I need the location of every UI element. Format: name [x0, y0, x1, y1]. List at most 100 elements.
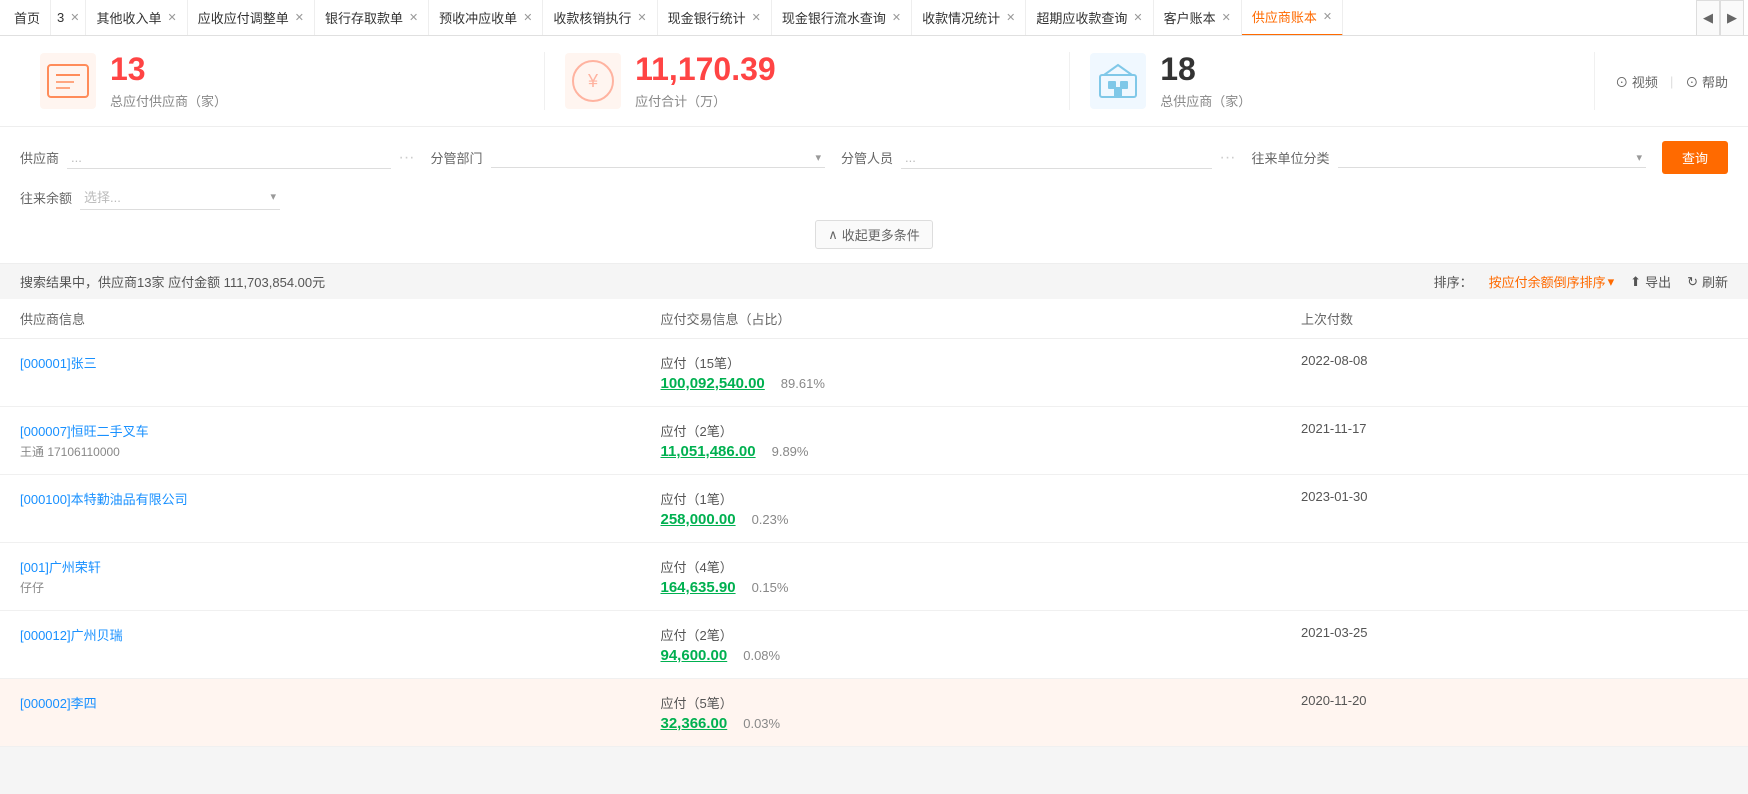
top-nav: 首页 3 ✕ 其他收入单 ✕ 应收应付调整单 ✕ 银行存取款单 ✕ 预收冲应收单… — [0, 0, 1748, 36]
filter-row-2: 往来余额 选择... ▾ — [20, 184, 1728, 210]
tx-label: 应付（5笔） — [661, 693, 1302, 712]
nav-tab-3-close[interactable]: ✕ — [70, 11, 79, 24]
nav-tab-cash-flow[interactable]: 现金银行流水查询 ✕ — [772, 0, 912, 36]
category-select[interactable]: ▾ — [1338, 148, 1646, 168]
supplier-input[interactable] — [67, 147, 391, 169]
supplier-info-cell: [001]广州荣轩 仔仔 — [20, 557, 661, 596]
nav-tab-customer-book-close[interactable]: ✕ — [1222, 11, 1231, 24]
summary-number-total-suppliers: 18 — [1160, 52, 1251, 87]
nav-tab-bank-deposit-close[interactable]: ✕ — [409, 11, 418, 24]
table-body: [000001]张三 应付（15笔） 100,092,540.00 89.61%… — [0, 339, 1748, 747]
last-pay-date: 2023-01-30 — [1301, 489, 1368, 504]
nav-tab-receipt-stat[interactable]: 收款情况统计 ✕ — [912, 0, 1026, 36]
transaction-cell: 应付（2笔） 94,600.00 0.08% — [661, 625, 1302, 664]
lastpay-cell: 2022-08-08 — [1301, 353, 1728, 368]
balance-select-text: 选择... — [84, 187, 270, 206]
nav-tab-receipt-stat-close[interactable]: ✕ — [1006, 11, 1015, 24]
table-header: 供应商信息 应付交易信息（占比） 上次付数 — [0, 299, 1748, 339]
nav-tab-ar-ap-adjust[interactable]: 应收应付调整单 ✕ — [188, 0, 315, 36]
table-row: [000100]本特勤油品有限公司 应付（1笔） 258,000.00 0.23… — [0, 475, 1748, 543]
nav-tab-receipt-verify-close[interactable]: ✕ — [637, 11, 646, 24]
nav-tab-customer-book[interactable]: 客户账本 ✕ — [1154, 0, 1242, 36]
supplier-name-link[interactable]: [000012]广州贝瑞 — [20, 628, 123, 643]
person-input[interactable] — [901, 147, 1212, 169]
nav-next-arrow[interactable]: ▶ — [1720, 0, 1744, 36]
last-pay-date: 2021-03-25 — [1301, 625, 1368, 640]
nav-tab-overdue-ar[interactable]: 超期应收款查询 ✕ — [1026, 0, 1153, 36]
transaction-cell: 应付（4笔） 164,635.90 0.15% — [661, 557, 1302, 596]
sort-select[interactable]: 按应付余额倒序排序 ▾ — [1489, 272, 1615, 291]
nav-tab-cash-flow-close[interactable]: ✕ — [892, 11, 901, 24]
balance-select[interactable]: 选择... ▾ — [80, 184, 280, 210]
nav-tab-other-income-close[interactable]: ✕ — [167, 11, 176, 24]
filter-label-balance: 往来余额 — [20, 188, 72, 207]
collapse-button-label: 收起更多条件 — [842, 225, 920, 244]
export-button[interactable]: ⬆ 导出 — [1630, 272, 1671, 291]
person-dots-icon[interactable]: ··· — [1220, 149, 1236, 167]
dept-select[interactable]: ▾ — [491, 148, 825, 168]
refresh-button[interactable]: ↻ 刷新 — [1687, 272, 1728, 291]
filter-item-category: 往来单位分类 ▾ — [1252, 148, 1647, 168]
supplier-name-link[interactable]: [001]广州荣轩 — [20, 560, 101, 575]
top-right-links: ⊙ 视频 | ⊙ 帮助 — [1595, 72, 1728, 91]
supplier-name-link[interactable]: [000002]李四 — [20, 696, 97, 711]
transaction-cell: 应付（5笔） 32,366.00 0.03% — [661, 693, 1302, 732]
video-link[interactable]: ⊙ 视频 — [1615, 72, 1658, 91]
tx-amount-link[interactable]: 164,635.90 — [661, 579, 736, 596]
nav-tab-prepay-offset-label: 预收冲应收单 — [439, 8, 517, 27]
refresh-button-label: 刷新 — [1702, 272, 1728, 291]
nav-tab-prepay-offset[interactable]: 预收冲应收单 ✕ — [429, 0, 543, 36]
summary-card-suppliers-payable: 13 总应付供应商（家） — [20, 52, 545, 110]
supplier-name-link[interactable]: [000007]恒旺二手叉车 — [20, 424, 149, 439]
supplier-name-link[interactable]: [000100]本特勤油品有限公司 — [20, 492, 188, 507]
filter-label-category: 往来单位分类 — [1252, 148, 1330, 167]
nav-tab-ar-ap-adjust-close[interactable]: ✕ — [295, 11, 304, 24]
help-link[interactable]: ⊙ 帮助 — [1685, 72, 1728, 91]
filter-row-1: 供应商 ··· 分管部门 ▾ 分管人员 ··· 往来单位分类 ▾ 查询 — [20, 141, 1728, 174]
lastpay-cell: 2020-11-20 — [1301, 693, 1728, 708]
nav-tab-3[interactable]: 3 ✕ — [51, 0, 86, 36]
summary-label-ap-total: 应付合计（万） — [635, 91, 776, 110]
filter-item-person: 分管人员 ··· — [841, 147, 1236, 169]
tx-percent: 89.61% — [781, 376, 825, 391]
video-icon: ⊙ — [1615, 75, 1628, 90]
nav-tab-cash-bank-stat-close[interactable]: ✕ — [752, 11, 761, 24]
summary-number-suppliers-payable: 13 — [110, 52, 227, 87]
tx-label: 应付（4笔） — [661, 557, 1302, 576]
summary-text-total-suppliers: 18 总供应商（家） — [1160, 52, 1251, 110]
summary-card-total-suppliers: 18 总供应商（家） — [1070, 52, 1595, 110]
filter-item-dept: 分管部门 ▾ — [431, 148, 826, 168]
tx-percent: 0.15% — [752, 580, 789, 595]
supplier-dots-icon[interactable]: ··· — [399, 149, 415, 167]
nav-tab-customer-book-label: 客户账本 — [1164, 8, 1216, 27]
nav-tab-receipt-stat-label: 收款情况统计 — [922, 8, 1000, 27]
nav-prev-arrow[interactable]: ◀ — [1696, 0, 1720, 36]
supplier-name-link[interactable]: [000001]张三 — [20, 356, 97, 371]
tx-amount-row: 94,600.00 0.08% — [661, 647, 1302, 664]
nav-tab-home[interactable]: 首页 — [4, 0, 51, 36]
tx-amount-link[interactable]: 258,000.00 — [661, 511, 736, 528]
nav-tab-receipt-verify[interactable]: 收款核销执行 ✕ — [543, 0, 657, 36]
tx-percent: 0.23% — [752, 512, 789, 527]
tx-amount-link[interactable]: 32,366.00 — [661, 715, 728, 732]
nav-tab-cash-bank-stat[interactable]: 现金银行统计 ✕ — [658, 0, 772, 36]
transaction-cell: 应付（15笔） 100,092,540.00 89.61% — [661, 353, 1302, 392]
nav-tab-overdue-ar-close[interactable]: ✕ — [1133, 11, 1142, 24]
balance-chevron-icon: ▾ — [270, 190, 276, 203]
nav-tab-ar-ap-adjust-label: 应收应付调整单 — [198, 8, 289, 27]
query-button[interactable]: 查询 — [1662, 141, 1728, 174]
nav-tab-other-income[interactable]: 其他收入单 ✕ — [86, 0, 187, 36]
nav-tab-cash-flow-label: 现金银行流水查询 — [782, 8, 886, 27]
nav-arrows: ◀ ▶ — [1696, 0, 1744, 36]
collapse-button[interactable]: ∧ 收起更多条件 — [815, 220, 933, 249]
tx-amount-link[interactable]: 94,600.00 — [661, 647, 728, 664]
nav-tab-supplier-book-close[interactable]: ✕ — [1323, 10, 1332, 23]
nav-tab-prepay-offset-close[interactable]: ✕ — [523, 11, 532, 24]
tx-amount-row: 11,051,486.00 9.89% — [661, 443, 1302, 460]
nav-tab-bank-deposit[interactable]: 银行存取款单 ✕ — [315, 0, 429, 36]
tx-amount-link[interactable]: 100,092,540.00 — [661, 375, 765, 392]
table-row: [000012]广州贝瑞 应付（2笔） 94,600.00 0.08% 2021… — [0, 611, 1748, 679]
tx-amount-link[interactable]: 11,051,486.00 — [661, 443, 756, 460]
nav-tab-supplier-book[interactable]: 供应商账本 ✕ — [1242, 0, 1343, 36]
sort-value: 按应付余额倒序排序 — [1489, 272, 1606, 291]
